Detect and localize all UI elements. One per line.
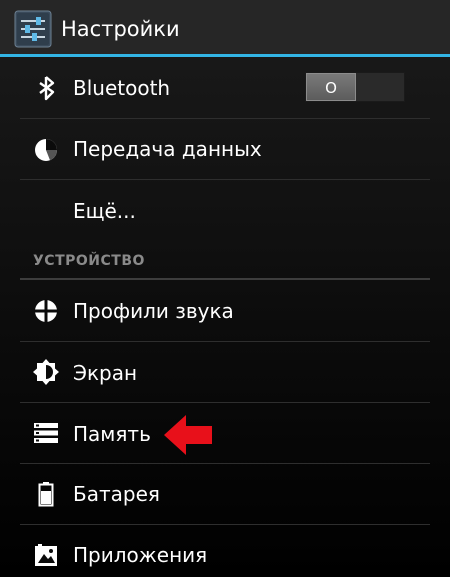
brightness-icon — [33, 359, 59, 385]
toggle-state-label: O — [325, 79, 337, 97]
red-arrow-icon — [164, 415, 212, 455]
row-label-apps: Приложения — [73, 543, 208, 567]
row-label-more: Ещё... — [73, 199, 136, 223]
row-apps[interactable]: Приложения — [20, 525, 430, 577]
row-display[interactable]: Экран — [20, 342, 430, 402]
storage-icon — [34, 423, 58, 443]
row-battery[interactable]: Батарея — [20, 464, 430, 524]
row-data-usage[interactable]: Передача данных — [20, 119, 430, 179]
bluetooth-icon — [39, 76, 55, 101]
section-divider — [20, 278, 430, 280]
settings-sliders-icon[interactable] — [14, 10, 52, 48]
row-more[interactable]: Ещё... — [20, 180, 430, 240]
row-label-bluetooth: Bluetooth — [73, 76, 171, 100]
row-label-sound-profiles: Профили звука — [73, 299, 234, 323]
settings-screen: Настройки Bluetooth O Передача данных Ещ… — [0, 0, 450, 577]
sound-profile-icon — [34, 299, 58, 323]
row-label-data-usage: Передача данных — [73, 137, 262, 161]
apps-icon — [35, 544, 57, 566]
section-header-device: УСТРОЙСТВО — [33, 253, 145, 269]
row-label-storage: Память — [73, 422, 151, 446]
page-title: Настройки — [61, 17, 180, 41]
row-storage[interactable]: Память — [20, 403, 430, 463]
data-usage-icon — [35, 139, 57, 161]
row-label-battery: Батарея — [73, 482, 160, 506]
row-label-display: Экран — [73, 361, 138, 385]
bluetooth-toggle[interactable]: O — [305, 72, 405, 102]
action-bar: Настройки — [0, 0, 450, 57]
toggle-knob: O — [306, 73, 356, 101]
battery-icon — [38, 482, 54, 507]
row-sound-profiles[interactable]: Профили звука — [20, 281, 430, 341]
